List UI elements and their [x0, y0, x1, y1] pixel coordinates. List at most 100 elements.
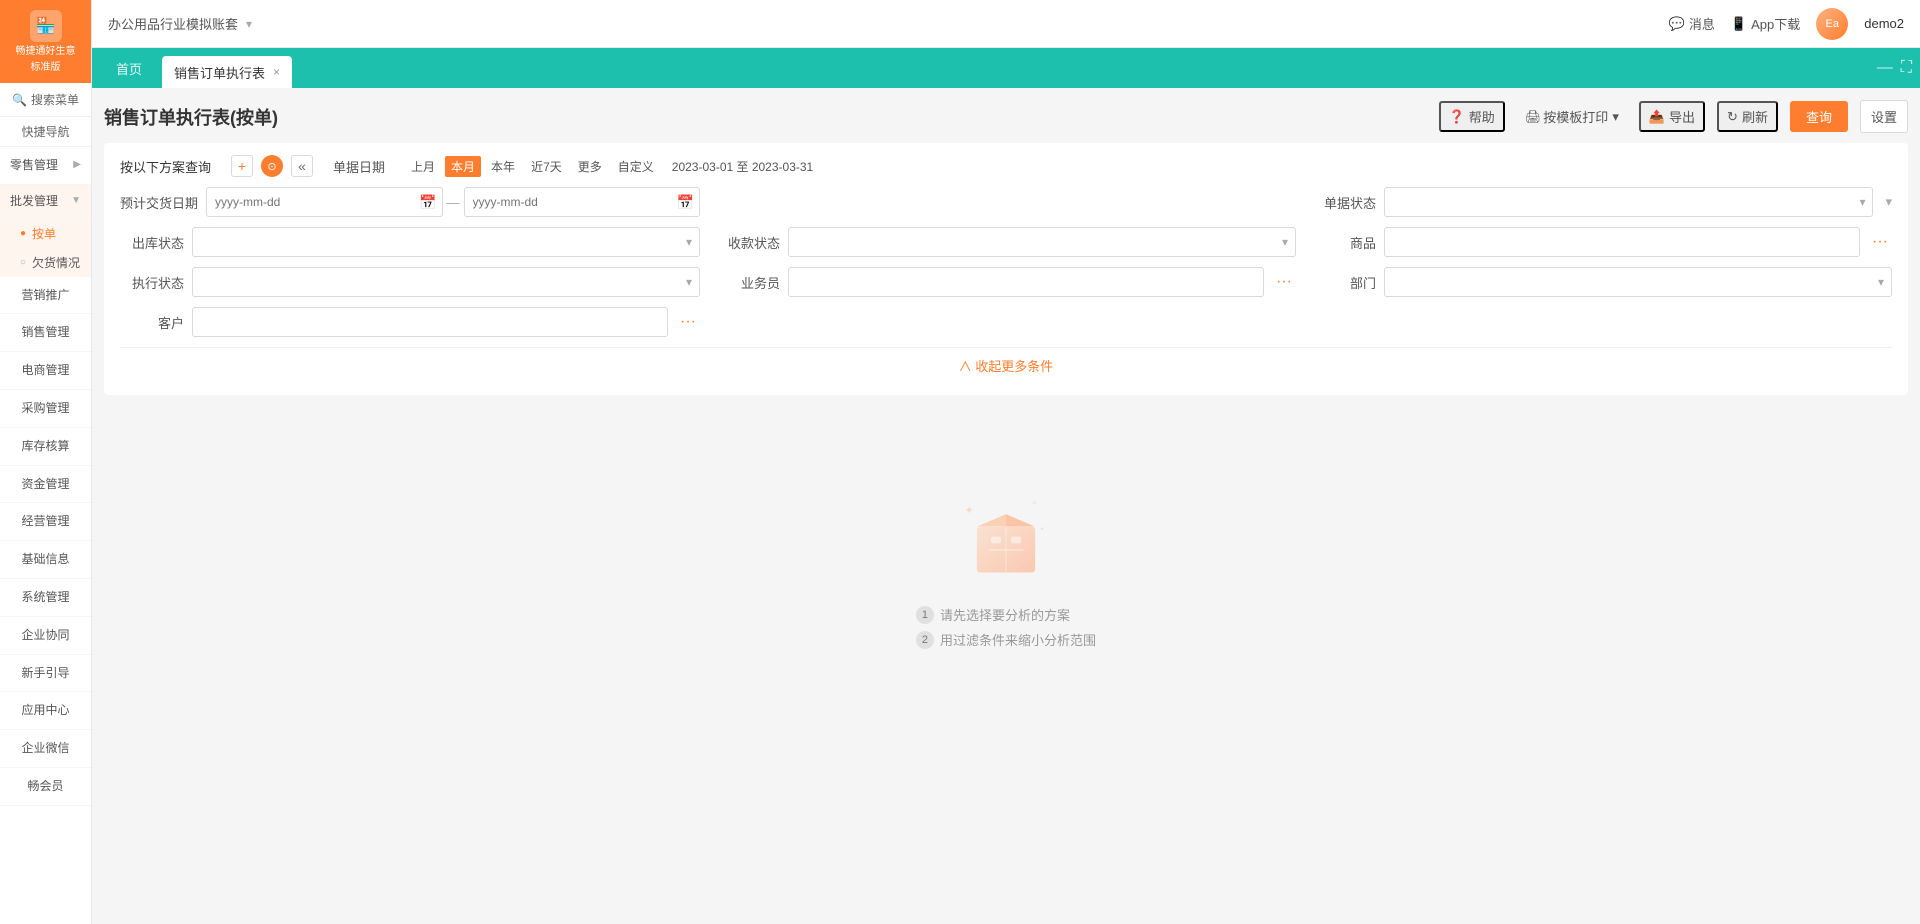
- expected-date-start-wrap: 📅: [206, 187, 443, 217]
- sidebar-item-wechat[interactable]: 企业微信: [0, 730, 91, 768]
- payment-status-select[interactable]: [788, 227, 1296, 257]
- query-button[interactable]: 查询: [1790, 101, 1848, 132]
- customer-more-button[interactable]: ···: [676, 313, 700, 331]
- topbar-title: 办公用品行业模拟账套: [108, 14, 238, 33]
- empty-hints: 1 请先选择要分析的方案 2 用过滤条件来缩小分析范围: [916, 605, 1096, 655]
- exec-status-label: 执行状态: [120, 273, 184, 292]
- sidebar-sub-item-press[interactable]: ● 按单: [0, 219, 91, 248]
- product-input[interactable]: [1393, 235, 1851, 250]
- print-dropdown[interactable]: 🖨 按模板打印 ▾: [1517, 103, 1627, 130]
- sidebar: 🏪 畅捷通好生意 标准版 🔍 搜索菜单 快捷导航 零售管理 ▶ 批发管理 ▼ ●…: [0, 0, 92, 924]
- expected-date-end[interactable]: [464, 187, 701, 217]
- exec-status-select[interactable]: [192, 267, 700, 297]
- help-button[interactable]: ❓ 帮助: [1439, 101, 1505, 132]
- salesperson-more-button[interactable]: ···: [1272, 273, 1296, 291]
- avatar[interactable]: Ea: [1816, 8, 1848, 40]
- sidebar-item-operation[interactable]: 经营管理: [0, 503, 91, 541]
- refresh-button[interactable]: ↻ 刷新: [1717, 101, 1778, 132]
- add-icon: +: [238, 158, 246, 174]
- export-icon: 📤: [1649, 109, 1665, 125]
- date-quick-custom[interactable]: 自定义: [612, 156, 660, 177]
- sidebar-item-enterprise[interactable]: 企业协同: [0, 617, 91, 655]
- topbar: 办公用品行业模拟账套 ▾ 💬 消息 📱 App下载 Ea demo2: [92, 0, 1920, 48]
- topbar-right: 💬 消息 📱 App下载 Ea demo2: [1669, 8, 1904, 40]
- ship-status-select[interactable]: [192, 227, 700, 257]
- app-download-label: App下载: [1751, 14, 1800, 33]
- collapse-scheme-button[interactable]: «: [291, 155, 313, 177]
- sidebar-item-apps[interactable]: 应用中心: [0, 692, 91, 730]
- customer-input[interactable]: [201, 315, 659, 330]
- sidebar-item-finance[interactable]: 资金管理: [0, 466, 91, 504]
- doc-status-select[interactable]: [1384, 187, 1873, 217]
- page-header: 销售订单执行表(按单) ❓ 帮助 🖨 按模板打印 ▾ 📤 导出 ↻ 刷新: [104, 100, 1908, 133]
- date-quick-current-month[interactable]: 本月: [445, 156, 481, 177]
- quick-nav-label: 快捷导航: [21, 123, 69, 140]
- sub-item-icon: ●: [20, 228, 26, 239]
- tab-minimize-button[interactable]: —: [1877, 59, 1893, 77]
- message-button[interactable]: 💬 消息: [1669, 14, 1715, 33]
- sidebar-item-retail[interactable]: 零售管理 ▶: [0, 147, 91, 185]
- settings-button[interactable]: 设置: [1860, 100, 1908, 133]
- sidebar-finance-label: 资金管理: [21, 476, 69, 493]
- sidebar-enterprise-label: 企业协同: [21, 627, 69, 644]
- sidebar-quick-nav[interactable]: 快捷导航: [0, 117, 91, 147]
- search-icon: 🔍: [12, 93, 27, 107]
- svg-text:✦: ✦: [1031, 498, 1038, 508]
- salesperson-label: 业务员: [716, 273, 780, 292]
- sidebar-item-purchase[interactable]: 采购管理: [0, 390, 91, 428]
- salesperson-input[interactable]: [797, 275, 1255, 290]
- ship-status-label: 出库状态: [120, 233, 184, 252]
- hint-num-1: 1: [916, 606, 934, 624]
- sidebar-item-newbie[interactable]: 新手引导: [0, 655, 91, 693]
- sidebar-sub-item-debt[interactable]: ○ 欠货情况: [0, 248, 91, 277]
- date-quick-more[interactable]: 更多: [572, 156, 608, 177]
- sub-item-label: 按单: [32, 225, 56, 242]
- filter-spacer1: [716, 187, 1296, 217]
- sidebar-search[interactable]: 🔍 搜索菜单: [0, 83, 91, 117]
- sidebar-item-basic[interactable]: 基础信息: [0, 541, 91, 579]
- tab-maximize-button[interactable]: ⛶: [1901, 59, 1912, 77]
- sidebar-item-inventory[interactable]: 库存核算: [0, 428, 91, 466]
- sidebar-item-sales[interactable]: 销售管理: [0, 314, 91, 352]
- tab-bar: 首页 销售订单执行表 × — ⛶: [92, 48, 1920, 88]
- date-quick-year[interactable]: 本年: [485, 156, 521, 177]
- filter-dept: 部门: [1312, 267, 1892, 297]
- date-quick-7days[interactable]: 近7天: [525, 156, 568, 177]
- active-scheme-icon: ⊙: [267, 160, 276, 173]
- topbar-dropdown-icon[interactable]: ▾: [246, 17, 252, 31]
- main-area: 办公用品行业模拟账套 ▾ 💬 消息 📱 App下载 Ea demo2 首页 销售…: [92, 0, 1920, 924]
- active-scheme-indicator[interactable]: ⊙: [261, 155, 283, 177]
- sidebar-system-label: 系统管理: [21, 589, 69, 606]
- print-label: 按模板打印: [1543, 107, 1608, 126]
- sidebar-item-member[interactable]: 畅会员: [0, 768, 91, 806]
- salesperson-input-wrap: [788, 267, 1264, 297]
- sidebar-item-marketing[interactable]: 营销推广: [0, 277, 91, 315]
- empty-hint-2: 2 用过滤条件来缩小分析范围: [916, 630, 1096, 649]
- calendar-icon-start[interactable]: 📅: [419, 194, 436, 211]
- message-icon: 💬: [1669, 16, 1685, 32]
- dept-select[interactable]: [1384, 267, 1892, 297]
- sidebar-logo[interactable]: 🏪 畅捷通好生意 标准版: [0, 0, 91, 83]
- date-quick-prev-month[interactable]: 上月: [405, 156, 441, 177]
- content-area: 销售订单执行表(按单) ❓ 帮助 🖨 按模板打印 ▾ 📤 导出 ↻ 刷新: [92, 88, 1920, 924]
- tab-home[interactable]: 首页: [100, 48, 158, 88]
- scheme-label: 按以下方案查询: [120, 157, 211, 176]
- sidebar-item-ecommerce[interactable]: 电商管理: [0, 352, 91, 390]
- calendar-icon-end[interactable]: 📅: [677, 194, 694, 211]
- sidebar-item-wholesale[interactable]: 批发管理 ▼: [0, 185, 91, 219]
- collapse-filters-button[interactable]: ∧ 收起更多条件: [120, 347, 1892, 383]
- app-download-button[interactable]: 📱 App下载: [1731, 14, 1800, 33]
- scheme-actions: + ⊙ «: [231, 155, 313, 177]
- tab-active[interactable]: 销售订单执行表 ×: [162, 56, 292, 88]
- export-button[interactable]: 📤 导出: [1639, 101, 1705, 132]
- username: demo2: [1864, 16, 1904, 31]
- print-dropdown-icon: ▾: [1612, 109, 1619, 125]
- sidebar-item-system[interactable]: 系统管理: [0, 579, 91, 617]
- tab-close-icon[interactable]: ×: [273, 65, 280, 79]
- expected-date-start[interactable]: [206, 187, 443, 217]
- product-more-button[interactable]: ···: [1868, 233, 1892, 251]
- add-scheme-button[interactable]: +: [231, 155, 253, 177]
- sub-item-icon2: ○: [20, 257, 26, 268]
- page-actions: ❓ 帮助 🖨 按模板打印 ▾ 📤 导出 ↻ 刷新 查询: [1439, 100, 1908, 133]
- filter-payment-status: 收款状态: [716, 227, 1296, 257]
